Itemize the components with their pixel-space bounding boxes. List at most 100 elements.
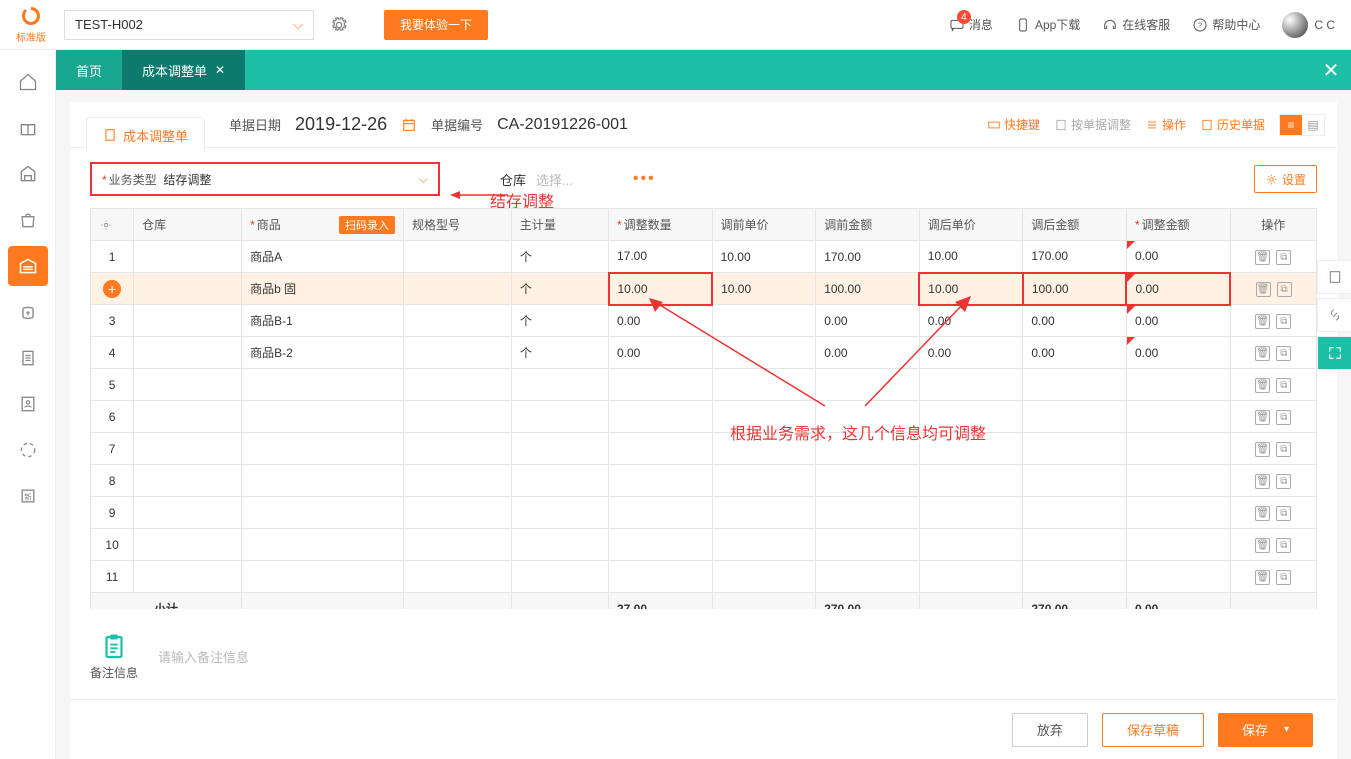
cell-adj-amount[interactable] (1126, 561, 1230, 593)
cell-qty[interactable]: 0.00 (609, 337, 713, 369)
delete-row-icon[interactable]: 🗑 (1255, 506, 1270, 521)
cell-post-price[interactable] (919, 497, 1023, 529)
add-row-icon[interactable]: + (103, 280, 121, 298)
cell-spec[interactable] (403, 497, 511, 529)
cell-post-amount[interactable]: 0.00 (1023, 305, 1127, 337)
table-row[interactable]: +商品b 固个10.0010.00100.0010.00100.000.00🗑⧉ (91, 273, 1317, 305)
table-row[interactable]: 7🗑⧉ (91, 433, 1317, 465)
cell-post-price[interactable] (919, 433, 1023, 465)
cell-qty[interactable]: 17.00 (609, 241, 713, 273)
cell-adj-amount[interactable]: 0.00 (1126, 337, 1230, 369)
cell-product[interactable] (242, 401, 404, 433)
col-adj-amount[interactable]: *调整金额 (1126, 209, 1230, 241)
cell-spec[interactable] (403, 529, 511, 561)
table-row[interactable]: 11🗑⧉ (91, 561, 1317, 593)
delete-row-icon[interactable]: 🗑 (1255, 314, 1270, 329)
col-product[interactable]: *商品扫码录入 (242, 209, 404, 241)
cell-post-price[interactable] (919, 465, 1023, 497)
cell-spec[interactable] (403, 337, 511, 369)
delete-row-icon[interactable]: 🗑 (1255, 378, 1270, 393)
cell-product[interactable] (242, 369, 404, 401)
cell-warehouse[interactable] (134, 561, 242, 593)
save-button[interactable]: 保存▾ (1218, 713, 1313, 747)
cell-post-amount[interactable]: 170.00 (1023, 241, 1127, 273)
cell-adj-amount[interactable] (1126, 497, 1230, 529)
delete-row-icon[interactable]: 🗑 (1255, 410, 1270, 425)
cell-post-amount[interactable] (1023, 561, 1127, 593)
col-unit[interactable]: 主计量 (511, 209, 608, 241)
cell-adj-amount[interactable] (1126, 433, 1230, 465)
view-form-icon[interactable]: ≡ (1280, 115, 1302, 135)
copy-row-icon[interactable]: ⧉ (1276, 378, 1291, 393)
cell-post-price[interactable] (919, 529, 1023, 561)
delete-row-icon[interactable]: 🗑 (1255, 346, 1270, 361)
delete-row-icon[interactable]: 🗑 (1256, 282, 1271, 297)
business-type-select[interactable]: *业务类型 结存调整 ⌵ (90, 162, 440, 196)
cell-adj-amount[interactable]: 0.00 (1126, 241, 1230, 273)
cell-product[interactable]: 商品A (242, 241, 404, 273)
cell-adj-amount[interactable] (1126, 401, 1230, 433)
table-row[interactable]: 8🗑⧉ (91, 465, 1317, 497)
header-settings-button[interactable] (324, 10, 354, 40)
cell-qty[interactable]: 10.00 (609, 273, 713, 305)
cell-qty[interactable] (609, 433, 713, 465)
cell-product[interactable]: 商品B-2 (242, 337, 404, 369)
messages-button[interactable]: 4 消息 (949, 16, 993, 33)
support-button[interactable]: 在线客服 (1102, 16, 1170, 33)
shortcut-button[interactable]: 快捷键 (987, 116, 1040, 133)
calendar-icon[interactable] (401, 117, 417, 133)
copy-row-icon[interactable]: ⧉ (1276, 538, 1291, 553)
table-row[interactable]: 9🗑⧉ (91, 497, 1317, 529)
cell-warehouse[interactable] (134, 529, 242, 561)
delete-row-icon[interactable]: 🗑 (1255, 250, 1270, 265)
col-qty[interactable]: *调整数量 (609, 209, 713, 241)
cell-post-amount[interactable]: 0.00 (1023, 337, 1127, 369)
discard-button[interactable]: 放弃 (1012, 713, 1088, 747)
cell-adj-amount[interactable] (1126, 529, 1230, 561)
cell-product[interactable] (242, 465, 404, 497)
scan-input-button[interactable]: 扫码录入 (339, 216, 395, 234)
delete-row-icon[interactable]: 🗑 (1255, 474, 1270, 489)
cell-warehouse[interactable] (134, 433, 242, 465)
user-menu[interactable]: C C (1282, 12, 1335, 38)
copy-row-icon[interactable]: ⧉ (1276, 410, 1291, 425)
col-spec[interactable]: 规格型号 (403, 209, 511, 241)
col-post-amount[interactable]: 调后金额 (1023, 209, 1127, 241)
cell-post-amount[interactable]: 100.00 (1023, 273, 1127, 305)
tab-close-all[interactable]: ✕ (1311, 50, 1351, 90)
save-draft-button[interactable]: 保存草稿 (1102, 713, 1204, 747)
doc-date-value[interactable]: 2019-12-26 (295, 114, 387, 135)
cell-post-price[interactable] (919, 369, 1023, 401)
table-row[interactable]: 5🗑⧉ (91, 369, 1317, 401)
nav-loading-icon[interactable] (8, 430, 48, 470)
cell-post-price[interactable]: 10.00 (919, 273, 1023, 305)
cell-post-price[interactable] (919, 401, 1023, 433)
cell-warehouse[interactable] (134, 273, 242, 305)
warehouse-field[interactable]: 仓库 选择... (500, 170, 573, 189)
table-row[interactable]: 4商品B-2个0.000.000.000.000.00🗑⧉ (91, 337, 1317, 369)
close-icon[interactable]: ✕ (215, 63, 225, 77)
cell-spec[interactable] (403, 433, 511, 465)
col-post-price[interactable]: 调后单价 (919, 209, 1023, 241)
cell-adj-amount[interactable]: 0.00 (1126, 305, 1230, 337)
cell-product[interactable]: 商品B-1 (242, 305, 404, 337)
cell-post-amount[interactable] (1023, 369, 1127, 401)
cell-warehouse[interactable] (134, 465, 242, 497)
col-pre-price[interactable]: 调前单价 (712, 209, 816, 241)
cell-product[interactable] (242, 497, 404, 529)
cell-product[interactable]: 商品b 固 (242, 273, 404, 305)
nav-user-icon[interactable] (8, 384, 48, 424)
cell-spec[interactable] (403, 305, 511, 337)
cell-post-price[interactable] (919, 561, 1023, 593)
table-row[interactable]: 1商品A个17.0010.00170.0010.00170.000.00🗑⧉ (91, 241, 1317, 273)
view-grid-icon[interactable]: ▤ (1302, 115, 1324, 135)
cell-post-price[interactable]: 10.00 (919, 241, 1023, 273)
copy-row-icon[interactable]: ⧉ (1276, 570, 1291, 585)
cell-post-price[interactable]: 0.00 (919, 337, 1023, 369)
history-button[interactable]: 历史单据 (1200, 116, 1265, 133)
cell-qty[interactable] (609, 465, 713, 497)
cell-product[interactable] (242, 433, 404, 465)
cell-warehouse[interactable] (134, 337, 242, 369)
cell-warehouse[interactable] (134, 369, 242, 401)
cell-post-amount[interactable] (1023, 465, 1127, 497)
